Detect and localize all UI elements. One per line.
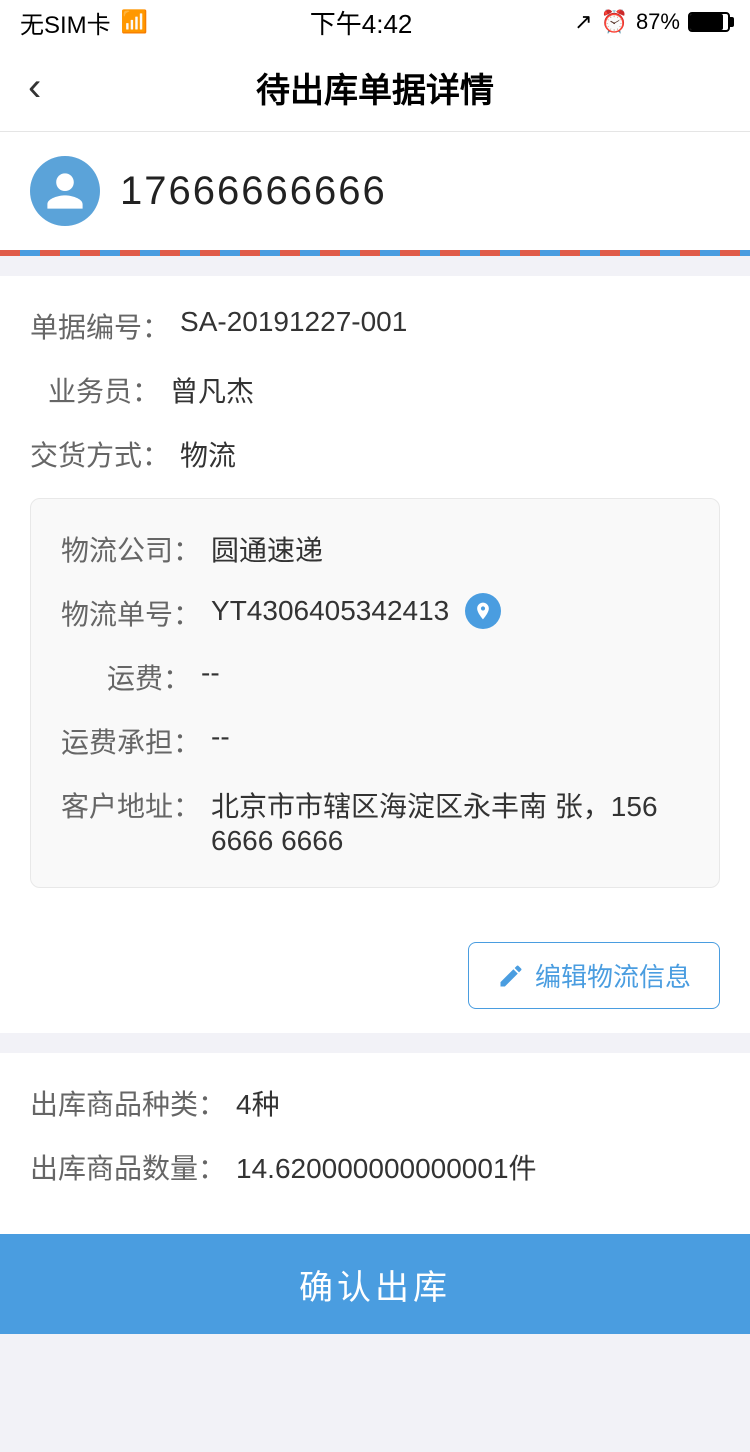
status-time: 下午4:42	[310, 4, 413, 41]
customer-phone: 17666666666	[120, 169, 387, 214]
status-left: 无SIM卡 📶	[20, 5, 148, 40]
address-label: 客户地址：	[61, 785, 201, 825]
status-bar: 无SIM卡 📶 下午4:42 ↗ ⏰ 87%	[0, 0, 750, 44]
status-right: ↗ ⏰ 87%	[574, 9, 730, 35]
doc-number-row: 单据编号： SA-20191227-001	[30, 306, 720, 346]
battery-indicator	[688, 12, 730, 32]
salesman-label: 业务员：	[30, 370, 160, 410]
confirm-label: 确认出库	[299, 1260, 451, 1309]
logistics-card: 物流公司： 圆通速递 物流单号： YT4306405342413 运费： -- …	[30, 498, 720, 888]
goods-section: 出库商品种类： 4种 出库商品数量： 14.620000000000001件	[0, 1053, 750, 1217]
goods-type-label: 出库商品种类：	[30, 1083, 226, 1123]
delivery-value: 物流	[180, 434, 720, 474]
location-status-icon: ↗	[574, 9, 592, 35]
delivery-row: 交货方式： 物流	[30, 434, 720, 474]
back-button[interactable]: ‹	[28, 65, 41, 110]
logistics-company-label: 物流公司：	[61, 529, 201, 569]
avatar	[30, 156, 100, 226]
carrier-label: 无SIM卡	[20, 5, 111, 40]
edit-icon	[497, 962, 525, 990]
nav-bar: ‹ 待出库单据详情	[0, 44, 750, 132]
edit-logistics-button[interactable]: 编辑物流信息	[468, 942, 720, 1009]
goods-qty-value: 14.620000000000001件	[236, 1147, 720, 1187]
logistics-company-value: 圆通速递	[211, 529, 689, 569]
map-pin-icon[interactable]	[465, 593, 501, 629]
goods-qty-label: 出库商品数量：	[30, 1147, 226, 1187]
goods-type-row: 出库商品种类： 4种	[30, 1083, 720, 1123]
freight-value: --	[201, 657, 689, 689]
tracking-no-row: 物流单号： YT4306405342413	[61, 593, 689, 633]
edit-btn-row: 编辑物流信息	[0, 918, 750, 1033]
battery-label: 87%	[636, 9, 680, 35]
goods-qty-row: 出库商品数量： 14.620000000000001件	[30, 1147, 720, 1187]
freight-bear-value: --	[211, 721, 689, 753]
goods-type-value: 4种	[236, 1083, 720, 1123]
freight-bear-label: 运费承担：	[61, 721, 201, 761]
wifi-icon: 📶	[121, 9, 148, 35]
salesman-value: 曾凡杰	[170, 370, 720, 410]
freight-bear-row: 运费承担： --	[61, 721, 689, 761]
confirm-button[interactable]: 确认出库	[0, 1234, 750, 1334]
alarm-icon: ⏰	[601, 9, 628, 35]
delivery-label: 交货方式：	[30, 434, 170, 474]
tracking-no-value: YT4306405342413	[211, 593, 689, 629]
dashed-divider	[0, 250, 750, 256]
salesman-row: 业务员： 曾凡杰	[30, 370, 720, 410]
doc-number-label: 单据编号：	[30, 306, 170, 346]
bottom-spacer	[0, 1332, 750, 1452]
address-value: 北京市市辖区海淀区永丰南 张，156 6666 6666	[211, 785, 689, 857]
edit-logistics-label: 编辑物流信息	[535, 957, 691, 994]
freight-label: 运费：	[61, 657, 191, 697]
address-row: 客户地址： 北京市市辖区海淀区永丰南 张，156 6666 6666	[61, 785, 689, 857]
order-info-section: 单据编号： SA-20191227-001 业务员： 曾凡杰 交货方式： 物流 …	[0, 276, 750, 918]
tracking-no-label: 物流单号：	[61, 593, 201, 633]
person-icon	[43, 169, 87, 213]
doc-number-value: SA-20191227-001	[180, 306, 720, 338]
freight-row: 运费： --	[61, 657, 689, 697]
section-separator-1	[0, 1033, 750, 1053]
customer-header: 17666666666	[0, 132, 750, 250]
logistics-company-row: 物流公司： 圆通速递	[61, 529, 689, 569]
page-title: 待出库单据详情	[256, 63, 494, 112]
